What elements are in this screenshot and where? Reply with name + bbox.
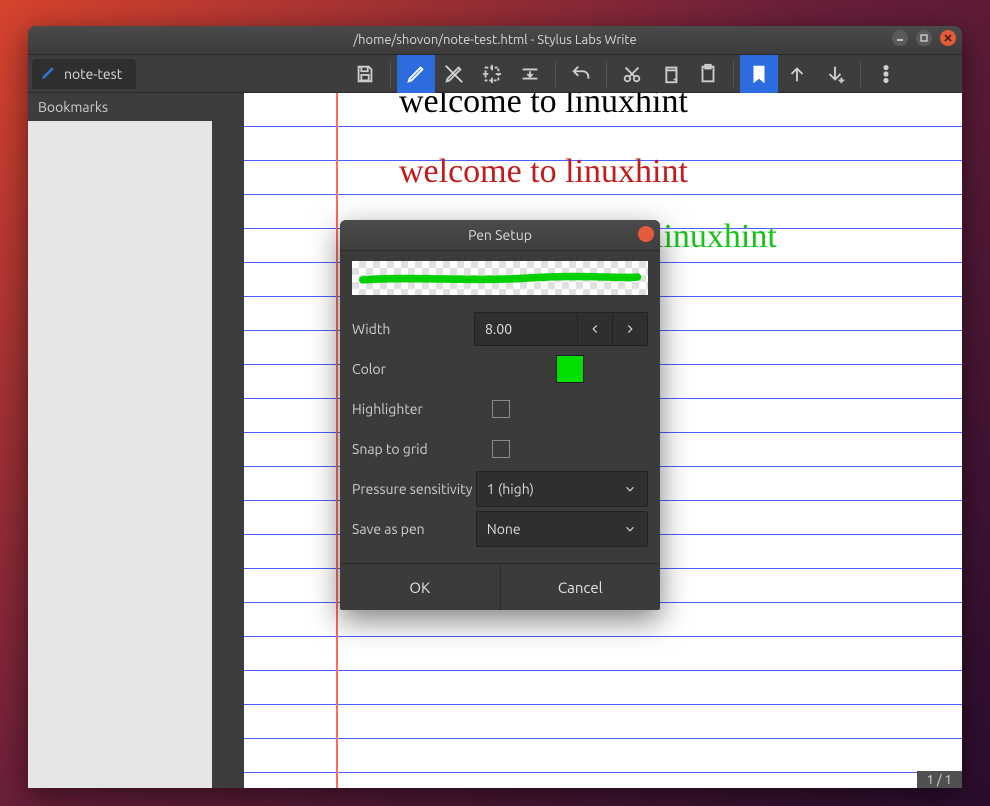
pressure-value: 1 (high) xyxy=(487,481,534,497)
handwriting-line-1: welcome to linuxhint xyxy=(399,93,688,121)
save-icon xyxy=(354,63,376,85)
pressure-select[interactable]: 1 (high) xyxy=(476,471,648,507)
select-tool-button[interactable] xyxy=(473,55,511,93)
top-row: note-test xyxy=(28,55,962,93)
color-label: Color xyxy=(352,361,492,377)
width-spinner[interactable]: 8.00 xyxy=(474,312,648,346)
stroke-eraser-icon xyxy=(443,63,465,85)
color-row: Color xyxy=(352,349,648,389)
maximize-button[interactable] xyxy=(916,30,932,46)
select-icon xyxy=(481,63,503,85)
separator xyxy=(733,61,734,87)
chevron-down-icon xyxy=(623,482,637,496)
tab-area: note-test xyxy=(28,55,342,93)
paste-button[interactable] xyxy=(689,55,727,93)
overflow-icon xyxy=(875,63,897,85)
ok-button[interactable]: OK xyxy=(340,564,500,610)
toolbar xyxy=(342,55,962,93)
insert-space-icon xyxy=(519,63,541,85)
save-as-value: None xyxy=(487,521,521,537)
pen-setup-dialog: Pen Setup Width 8.00 Color xyxy=(340,220,660,610)
dialog-button-row: OK Cancel xyxy=(340,563,660,610)
prev-page-button[interactable] xyxy=(778,55,816,93)
arrow-down-plus-icon xyxy=(824,63,846,85)
bookmark-icon xyxy=(748,63,770,85)
window-title: /home/shovon/note-test.html - Stylus Lab… xyxy=(353,33,636,47)
color-swatch[interactable] xyxy=(556,355,584,383)
bookmarks-sidebar: Bookmarks xyxy=(28,93,212,788)
tab-label: note-test xyxy=(64,66,122,82)
save-button[interactable] xyxy=(346,55,384,93)
pen-tool-button[interactable] xyxy=(397,55,435,93)
chevron-right-icon xyxy=(623,322,637,336)
dialog-close-button[interactable] xyxy=(638,226,654,242)
pen-icon xyxy=(405,63,427,85)
page-counter: 1 / 1 xyxy=(917,771,962,788)
minimize-button[interactable] xyxy=(892,30,908,46)
stroke-preview-icon xyxy=(358,268,642,288)
width-row: Width 8.00 xyxy=(352,309,648,349)
arrow-up-icon xyxy=(786,63,808,85)
pressure-label: Pressure sensitivity xyxy=(352,481,476,497)
copy-icon xyxy=(659,63,681,85)
paste-icon xyxy=(697,63,719,85)
width-label: Width xyxy=(352,321,474,337)
separator xyxy=(860,61,861,87)
bookmark-button[interactable] xyxy=(740,55,778,93)
overflow-menu-button[interactable] xyxy=(867,55,905,93)
separator xyxy=(606,61,607,87)
sidebar-header: Bookmarks xyxy=(28,93,212,121)
width-increase-button[interactable] xyxy=(612,313,647,345)
stroke-eraser-button[interactable] xyxy=(435,55,473,93)
close-button[interactable] xyxy=(940,30,956,46)
snap-label: Snap to grid xyxy=(352,441,492,457)
titlebar: /home/shovon/note-test.html - Stylus Lab… xyxy=(28,26,962,55)
save-as-label: Save as pen xyxy=(352,521,476,537)
chevron-left-icon xyxy=(588,322,602,336)
undo-icon xyxy=(570,63,592,85)
chevron-down-icon xyxy=(623,522,637,536)
handwriting-line-3: linuxhint xyxy=(654,218,777,256)
insert-space-button[interactable] xyxy=(511,55,549,93)
dialog-title: Pen Setup xyxy=(468,227,532,243)
highlighter-row: Highlighter xyxy=(352,389,648,429)
dialog-titlebar: Pen Setup xyxy=(340,220,660,251)
cancel-button[interactable]: Cancel xyxy=(500,564,661,610)
highlighter-label: Highlighter xyxy=(352,401,492,417)
save-as-select[interactable]: None xyxy=(476,511,648,547)
handwriting-line-2: welcome to linuxhint xyxy=(399,153,688,191)
separator xyxy=(555,61,556,87)
pen-preview xyxy=(352,261,648,295)
cut-icon xyxy=(621,63,643,85)
copy-button[interactable] xyxy=(651,55,689,93)
cut-button[interactable] xyxy=(613,55,651,93)
pen-tab-icon xyxy=(40,63,58,84)
separator xyxy=(390,61,391,87)
document-tab[interactable]: note-test xyxy=(32,59,136,89)
pressure-row: Pressure sensitivity 1 (high) xyxy=(352,469,648,509)
next-page-button[interactable] xyxy=(816,55,854,93)
snap-row: Snap to grid xyxy=(352,429,648,469)
side-gap xyxy=(212,93,244,788)
undo-button[interactable] xyxy=(562,55,600,93)
save-as-row: Save as pen None xyxy=(352,509,648,549)
highlighter-checkbox[interactable] xyxy=(492,400,510,418)
width-decrease-button[interactable] xyxy=(577,313,612,345)
snap-checkbox[interactable] xyxy=(492,440,510,458)
width-value: 8.00 xyxy=(475,321,577,337)
